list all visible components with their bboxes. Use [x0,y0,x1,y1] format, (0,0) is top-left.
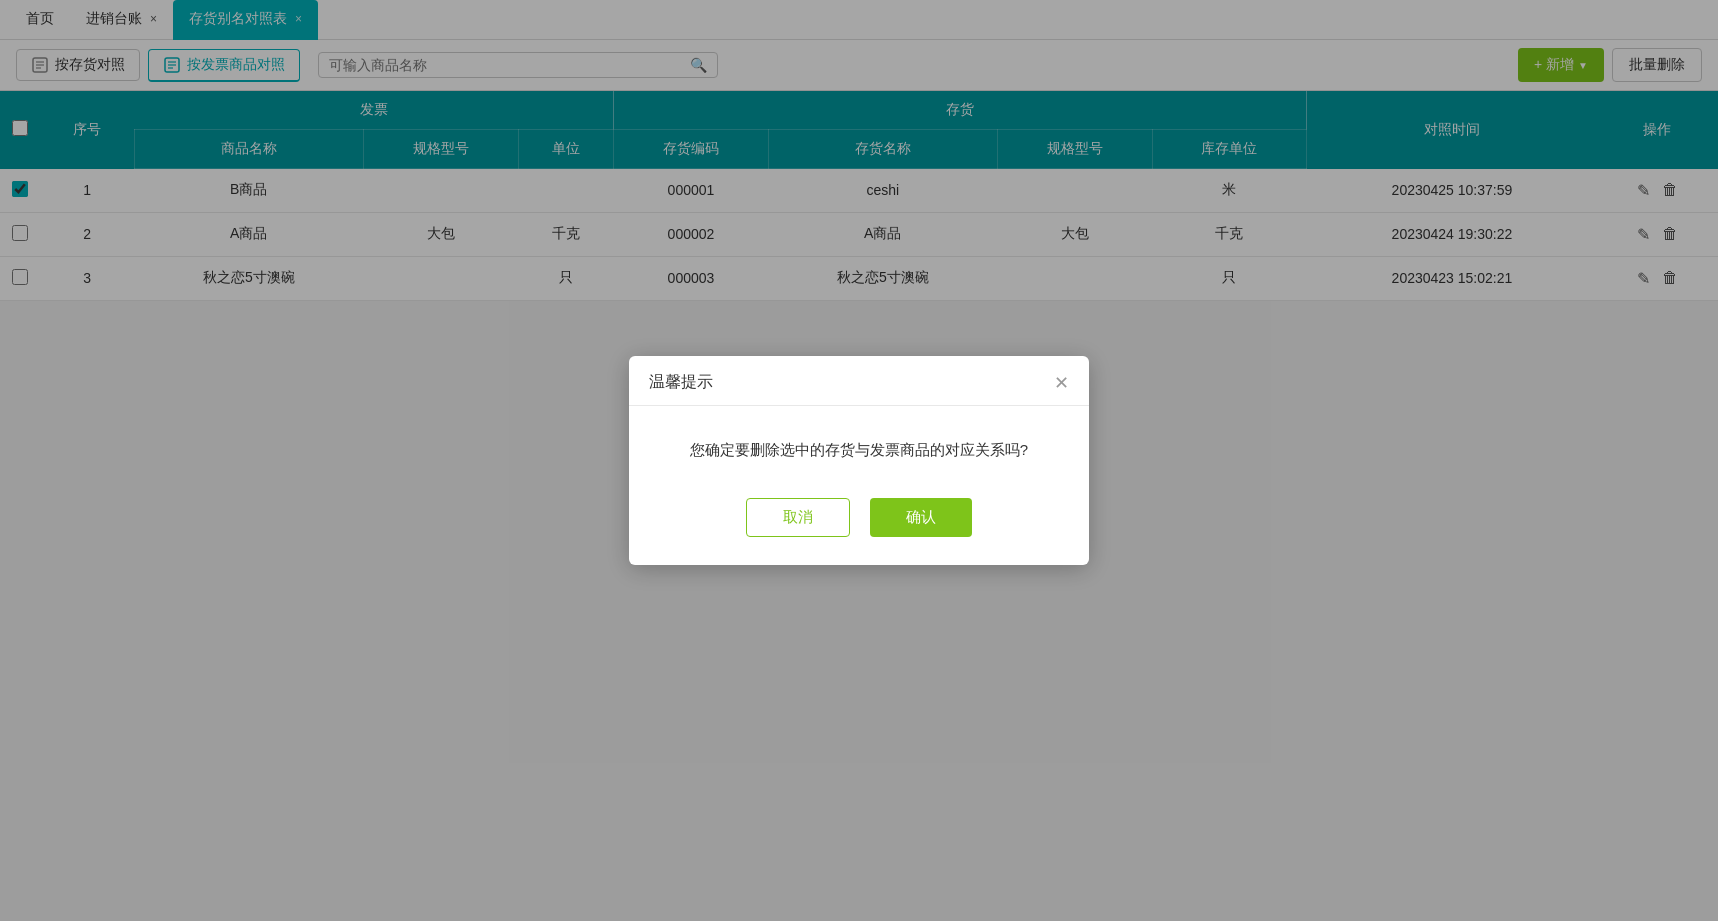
modal-overlay: 温馨提示 ✕ 您确定要删除选中的存货与发票商品的对应关系吗? 取消 确认 [0,0,1718,301]
